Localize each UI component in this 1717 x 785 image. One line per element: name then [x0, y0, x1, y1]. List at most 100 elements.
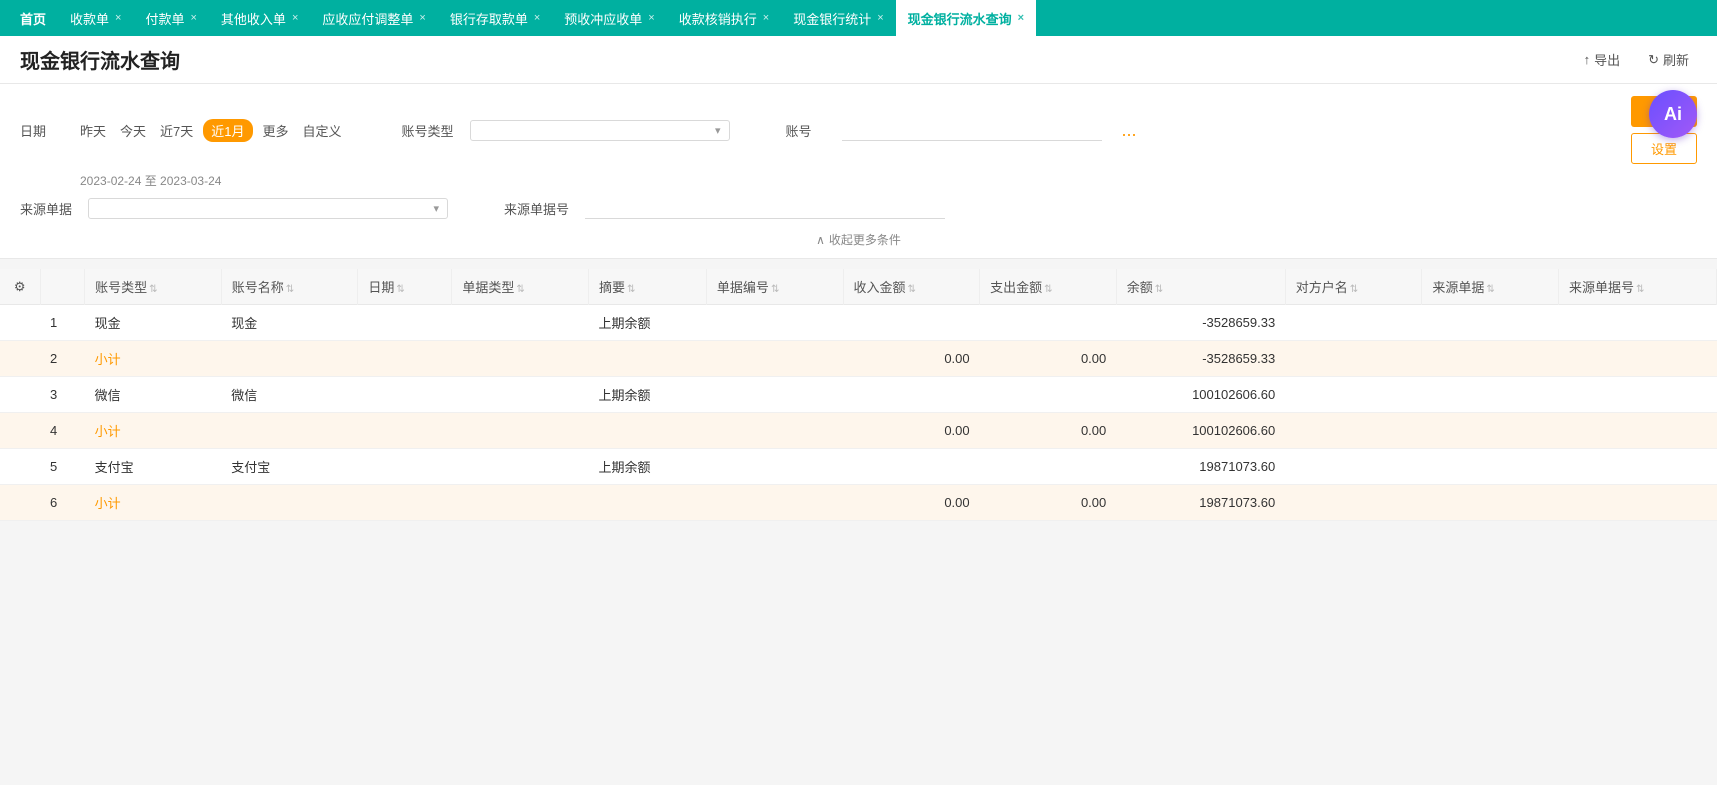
cell-counterpart: [1285, 305, 1422, 341]
cell-date: [358, 341, 452, 377]
th-summary[interactable]: 摘要⇅: [588, 269, 706, 305]
cell-gear: [0, 305, 40, 341]
cell-expense: [980, 449, 1117, 485]
filter-row-date-range: 2023-02-24 至 2023-03-24: [20, 172, 1697, 189]
tab-close-icon[interactable]: ×: [419, 12, 425, 24]
table-row: 1现金现金上期余额-3528659.33: [0, 305, 1717, 341]
export-icon: ↑: [1584, 52, 1591, 67]
th-doc-no[interactable]: 单据编号⇅: [706, 269, 843, 305]
tab-close-icon[interactable]: ×: [190, 12, 196, 24]
cell-expense: [980, 377, 1117, 413]
refresh-button[interactable]: ↻ 刷新: [1640, 46, 1697, 73]
cell-source_doc_no: [1558, 341, 1716, 377]
ai-assistant-button[interactable]: Ai: [1649, 90, 1697, 138]
tab-close-icon[interactable]: ×: [292, 12, 298, 24]
cell-index: 5: [40, 449, 85, 485]
nav-tab-4[interactable]: 银行存取款单×: [438, 0, 552, 36]
cell-doc_no: [706, 413, 843, 449]
cell-doc_no: [706, 485, 843, 521]
th-source-doc[interactable]: 来源单据⇅: [1422, 269, 1559, 305]
cell-gear: [0, 413, 40, 449]
cell-account_name: [221, 413, 358, 449]
filter-collapse-btn[interactable]: ∧ 收起更多条件: [20, 227, 1697, 250]
page-title: 现金银行流水查询: [20, 45, 180, 74]
cell-source_doc_no: [1558, 485, 1716, 521]
th-account-type[interactable]: 账号类型⇅: [85, 269, 222, 305]
cell-doc_type: [452, 449, 589, 485]
th-balance[interactable]: 余额⇅: [1116, 269, 1285, 305]
th-source-doc-no[interactable]: 来源单据号⇅: [1558, 269, 1716, 305]
cell-summary: 上期余额: [588, 449, 706, 485]
cell-income: [843, 305, 980, 341]
tab-close-icon[interactable]: ×: [1018, 12, 1024, 24]
date-option-近7天[interactable]: 近7天: [156, 119, 197, 142]
date-options: 昨天今天近7天近1月更多自定义: [76, 119, 346, 142]
table-row: 4小计0.000.00100102606.60: [0, 413, 1717, 449]
cell-source_doc_no: [1558, 377, 1716, 413]
nav-tab-8[interactable]: 现金银行流水查询×: [896, 0, 1036, 36]
th-index: [40, 269, 85, 305]
cell-expense: 0.00: [980, 485, 1117, 521]
nav-tab-0[interactable]: 收款单×: [58, 0, 133, 36]
cell-account_type: 小计: [85, 341, 222, 377]
cell-counterpart: [1285, 413, 1422, 449]
source-doc-no-input[interactable]: [585, 197, 945, 219]
tab-close-icon[interactable]: ×: [115, 12, 121, 24]
tab-close-icon[interactable]: ×: [648, 12, 654, 24]
cell-account_type: 小计: [85, 413, 222, 449]
cell-doc_type: [452, 485, 589, 521]
account-input[interactable]: [842, 119, 1102, 141]
cell-balance: 19871073.60: [1116, 485, 1285, 521]
top-nav: 首页 收款单×付款单×其他收入单×应收应付调整单×银行存取款单×预收冲应收单×收…: [0, 0, 1717, 36]
tab-close-icon[interactable]: ×: [763, 12, 769, 24]
cell-account_name: 现金: [221, 305, 358, 341]
th-account-name[interactable]: 账号名称⇅: [221, 269, 358, 305]
date-option-今天[interactable]: 今天: [116, 119, 150, 142]
tab-close-icon[interactable]: ×: [534, 12, 540, 24]
cell-income: 0.00: [843, 485, 980, 521]
cell-source_doc_no: [1558, 305, 1716, 341]
nav-home[interactable]: 首页: [8, 0, 58, 36]
account-type-arrow-icon: ▾: [715, 124, 721, 137]
nav-tab-6[interactable]: 收款核销执行×: [667, 0, 781, 36]
cell-date: [358, 449, 452, 485]
date-option-自定义[interactable]: 自定义: [299, 119, 346, 142]
account-dots[interactable]: ...: [1122, 120, 1137, 141]
cell-date: [358, 377, 452, 413]
account-type-select[interactable]: ▾: [470, 120, 730, 141]
tab-close-icon[interactable]: ×: [877, 12, 883, 24]
th-income[interactable]: 收入金额⇅: [843, 269, 980, 305]
nav-tab-3[interactable]: 应收应付调整单×: [310, 0, 437, 36]
th-doc-type[interactable]: 单据类型⇅: [452, 269, 589, 305]
th-counterpart[interactable]: 对方户名⇅: [1285, 269, 1422, 305]
nav-tab-5[interactable]: 预收冲应收单×: [552, 0, 666, 36]
source-doc-select[interactable]: ▾: [88, 198, 448, 219]
cell-income: [843, 377, 980, 413]
cell-account_type: 微信: [85, 377, 222, 413]
th-expense[interactable]: 支出金额⇅: [980, 269, 1117, 305]
th-date[interactable]: 日期⇅: [358, 269, 452, 305]
cell-source_doc_no: [1558, 413, 1716, 449]
cell-counterpart: [1285, 341, 1422, 377]
cell-date: [358, 305, 452, 341]
filter-row-1: 日期 昨天今天近7天近1月更多自定义 账号类型 ▾ 账号 ... 查询 设置: [20, 96, 1697, 164]
cell-doc_type: [452, 305, 589, 341]
date-option-近1月[interactable]: 近1月: [203, 119, 252, 142]
nav-tab-7[interactable]: 现金银行统计×: [781, 0, 895, 36]
cell-balance: 100102606.60: [1116, 413, 1285, 449]
header-actions: ↑ 导出 ↻ 刷新: [1576, 46, 1697, 73]
cell-source_doc: [1422, 485, 1559, 521]
cell-account_name: 支付宝: [221, 449, 358, 485]
cell-counterpart: [1285, 377, 1422, 413]
nav-tab-1[interactable]: 付款单×: [133, 0, 208, 36]
settings-column-header[interactable]: ⚙: [0, 269, 40, 305]
export-button[interactable]: ↑ 导出: [1576, 46, 1629, 73]
date-option-更多[interactable]: 更多: [259, 119, 293, 142]
cell-source_doc: [1422, 449, 1559, 485]
setting-button[interactable]: 设置: [1631, 133, 1697, 164]
nav-tab-2[interactable]: 其他收入单×: [209, 0, 310, 36]
date-option-昨天[interactable]: 昨天: [76, 119, 110, 142]
cell-summary: [588, 413, 706, 449]
cell-expense: 0.00: [980, 341, 1117, 377]
cell-source_doc: [1422, 341, 1559, 377]
